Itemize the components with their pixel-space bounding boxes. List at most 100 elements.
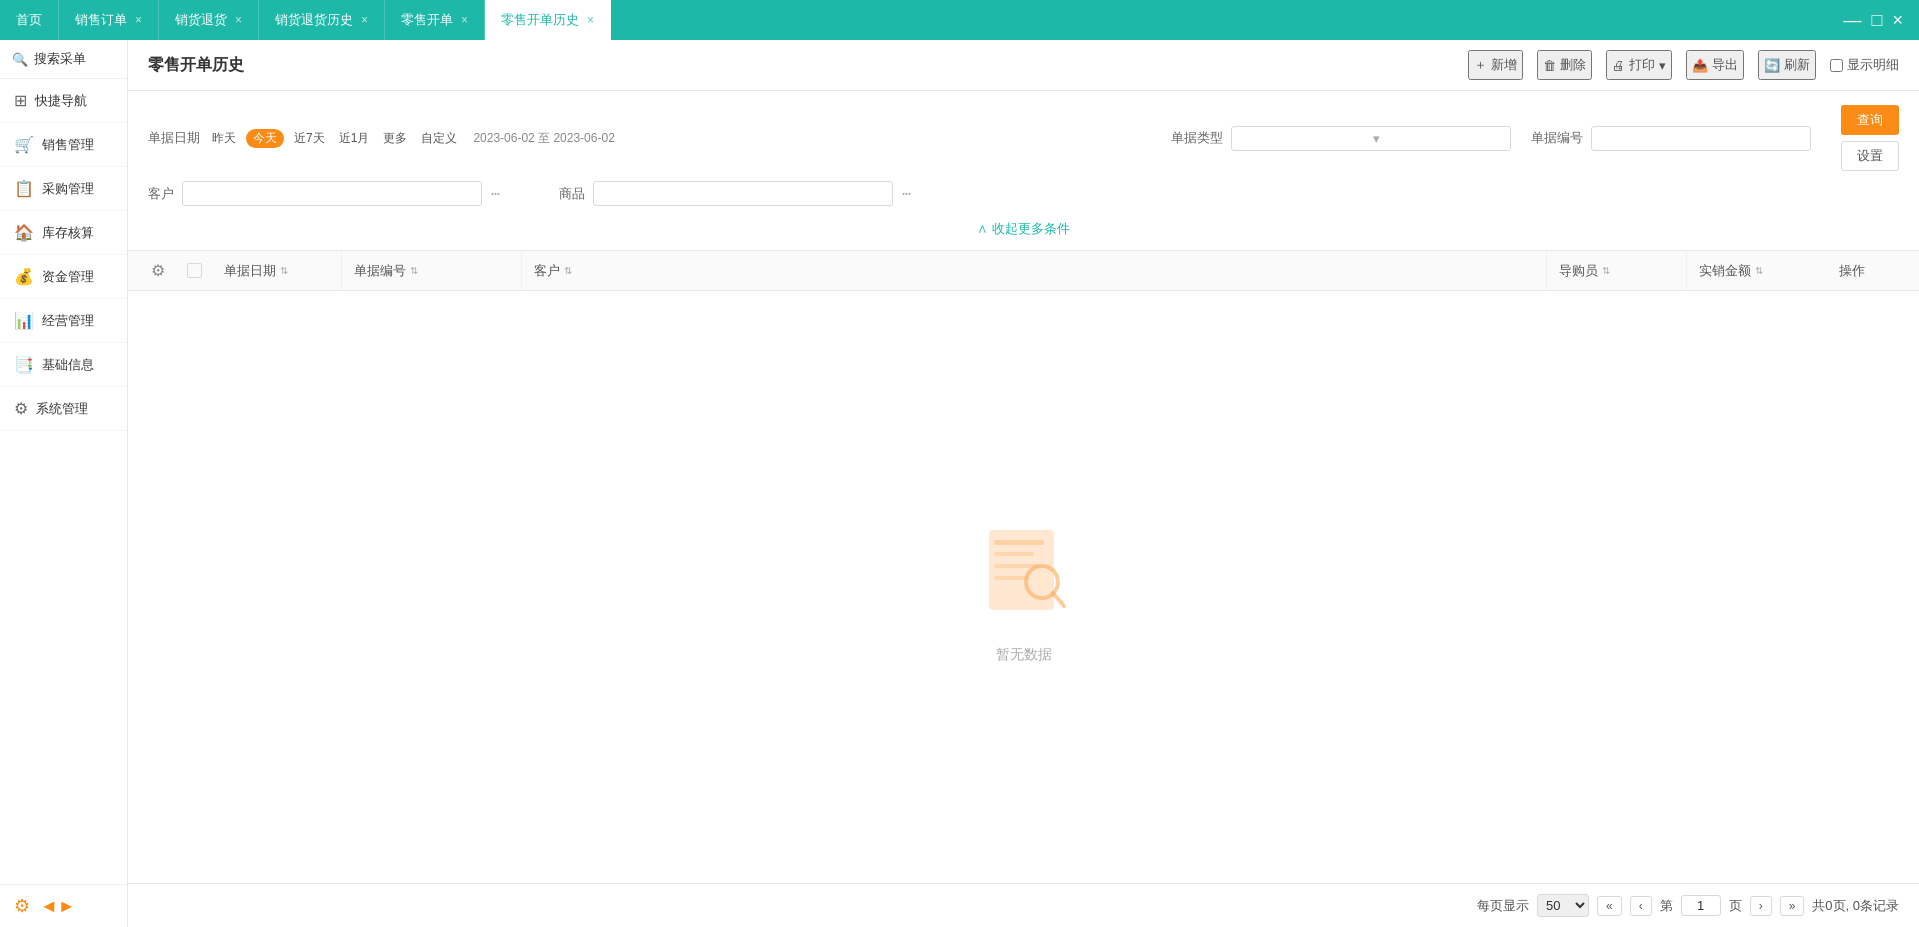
th-amount-sort[interactable]: ⇅ <box>1755 265 1763 276</box>
goods-filter: 商品 ··· <box>559 181 910 206</box>
sidebar-item-sales-mgmt[interactable]: 🛒 销售管理 <box>0 123 127 167</box>
page-word: 第 <box>1660 897 1673 915</box>
table-area: ⚙ 单据日期 ⇅ 单据编号 ⇅ 客户 ⇅ 导购员 <box>128 251 1919 883</box>
svg-rect-2 <box>994 552 1034 556</box>
add-icon: ＋ <box>1474 56 1487 74</box>
tab-sales-return-close[interactable]: × <box>235 13 242 27</box>
sidebar: 🔍 搜索采单 ⊞ 快捷导航 🛒 销售管理 📋 采购管理 🏠 库存核算 💰 资金管… <box>0 40 128 927</box>
per-page-select[interactable]: 50 10 20 100 <box>1537 894 1589 917</box>
refresh-label: 刷新 <box>1784 56 1810 74</box>
empty-text: 暂无数据 <box>996 646 1052 664</box>
sales-mgmt-icon: 🛒 <box>14 135 34 154</box>
sidebar-expand-btn[interactable]: ◄► <box>40 896 76 917</box>
export-button[interactable]: 📤 导出 <box>1686 50 1744 80</box>
sidebar-item-purchase-mgmt[interactable]: 📋 采购管理 <box>0 167 127 211</box>
quick-nav-icon: ⊞ <box>14 91 27 110</box>
sidebar-item-system[interactable]: ⚙ 系统管理 <box>0 387 127 431</box>
sidebar-item-operations-label: 经营管理 <box>42 312 94 330</box>
next-page-btn[interactable]: › <box>1750 896 1772 916</box>
collapse-filter-btn[interactable]: ∧ 收起更多条件 <box>148 216 1899 242</box>
th-customer-sort[interactable]: ⇅ <box>564 265 572 276</box>
tab-retail-history-close[interactable]: × <box>587 13 594 27</box>
sidebar-item-quick-nav[interactable]: ⊞ 快捷导航 <box>0 79 127 123</box>
refresh-button[interactable]: 🔄 刷新 <box>1758 50 1816 80</box>
tab-retail-open-close[interactable]: × <box>461 13 468 27</box>
total-info: 共0页, 0条记录 <box>1812 897 1899 915</box>
th-num-sort[interactable]: ⇅ <box>410 265 418 276</box>
page-label: 页 <box>1729 897 1742 915</box>
tab-sales-return[interactable]: 销货退货 × <box>159 0 259 40</box>
date-custom[interactable]: 自定义 <box>417 129 461 148</box>
date-shortcuts: 昨天 今天 近7天 近1月 更多 自定义 <box>208 129 461 148</box>
doc-type-filter: 单据类型 ▾ <box>1171 126 1511 151</box>
doc-num-filter: 单据编号 <box>1531 126 1811 151</box>
empty-state: 暂无数据 <box>128 291 1919 883</box>
tab-sales-return-label: 销货退货 <box>175 11 227 29</box>
sidebar-item-basic-info[interactable]: 📑 基础信息 <box>0 343 127 387</box>
operations-icon: 📊 <box>14 311 34 330</box>
doc-type-label: 单据类型 <box>1171 129 1223 147</box>
window-close-btn[interactable]: × <box>1892 10 1903 31</box>
date-label: 单据日期 <box>148 129 200 147</box>
first-page-btn[interactable]: « <box>1597 896 1622 916</box>
delete-icon: 🗑 <box>1543 58 1556 73</box>
query-button[interactable]: 查询 <box>1841 105 1899 135</box>
current-page-input[interactable] <box>1681 895 1721 916</box>
table-header: ⚙ 单据日期 ⇅ 单据编号 ⇅ 客户 ⇅ 导购员 <box>128 251 1919 291</box>
add-button[interactable]: ＋ 新增 <box>1468 50 1523 80</box>
filter-row-1: 单据日期 昨天 今天 近7天 近1月 更多 自定义 2023-06-02 至 2… <box>148 105 1899 171</box>
table-settings-icon[interactable]: ⚙ <box>151 261 165 280</box>
tab-home[interactable]: 首页 <box>0 0 59 40</box>
sidebar-item-operations[interactable]: 📊 经营管理 <box>0 299 127 343</box>
th-customer-label: 客户 <box>534 262 560 280</box>
tab-sales-return-history[interactable]: 销货退货历史 × <box>259 0 385 40</box>
doc-type-select[interactable]: ▾ <box>1231 126 1511 151</box>
system-icon: ⚙ <box>14 399 28 418</box>
basic-info-icon: 📑 <box>14 355 34 374</box>
customer-browse-btn[interactable]: ··· <box>490 183 499 204</box>
window-min-btn[interactable]: — <box>1844 10 1862 31</box>
tab-retail-open-label: 零售开单 <box>401 11 453 29</box>
sidebar-search[interactable]: 🔍 搜索采单 <box>0 40 127 79</box>
sidebar-settings-btn[interactable]: ⚙ <box>14 895 30 917</box>
print-dropdown-icon: ▾ <box>1659 58 1666 73</box>
date-more[interactable]: 更多 <box>379 129 411 148</box>
goods-input[interactable] <box>593 181 893 206</box>
window-max-btn[interactable]: □ <box>1872 10 1883 31</box>
sidebar-item-inventory[interactable]: 🏠 库存核算 <box>0 211 127 255</box>
tab-retail-open[interactable]: 零售开单 × <box>385 0 485 40</box>
th-date: 单据日期 ⇅ <box>212 252 342 290</box>
sidebar-item-sales-mgmt-label: 销售管理 <box>42 136 94 154</box>
show-detail-checkbox[interactable] <box>1830 59 1843 72</box>
customer-input[interactable] <box>182 181 482 206</box>
th-guide-sort[interactable]: ⇅ <box>1602 265 1610 276</box>
th-date-sort[interactable]: ⇅ <box>280 265 288 276</box>
date-last7[interactable]: 近7天 <box>290 129 329 148</box>
doc-num-input[interactable] <box>1591 126 1811 151</box>
tab-sales-return-history-close[interactable]: × <box>361 13 368 27</box>
show-detail-checkbox-label[interactable]: 显示明细 <box>1830 56 1899 74</box>
main-layout: 🔍 搜索采单 ⊞ 快捷导航 🛒 销售管理 📋 采购管理 🏠 库存核算 💰 资金管… <box>0 40 1919 927</box>
settings-col[interactable]: ⚙ <box>140 251 176 290</box>
refresh-icon: 🔄 <box>1764 58 1780 73</box>
delete-button[interactable]: 🗑 删除 <box>1537 50 1592 80</box>
svg-rect-4 <box>994 576 1029 580</box>
date-last-month[interactable]: 近1月 <box>335 129 374 148</box>
date-today[interactable]: 今天 <box>246 129 284 148</box>
print-button[interactable]: 🖨 打印 ▾ <box>1606 50 1672 80</box>
sidebar-item-system-label: 系统管理 <box>36 400 88 418</box>
prev-page-btn[interactable]: ‹ <box>1630 896 1652 916</box>
last-page-btn[interactable]: » <box>1780 896 1805 916</box>
date-filter: 单据日期 昨天 今天 近7天 近1月 更多 自定义 2023-06-02 至 2… <box>148 129 615 148</box>
sidebar-item-finance[interactable]: 💰 资金管理 <box>0 255 127 299</box>
goods-browse-btn[interactable]: ··· <box>901 183 910 204</box>
settings-button[interactable]: 设置 <box>1841 141 1899 171</box>
sidebar-item-purchase-mgmt-label: 采购管理 <box>42 180 94 198</box>
tab-home-label: 首页 <box>16 11 42 29</box>
tab-sales-order-close[interactable]: × <box>135 13 142 27</box>
date-yesterday[interactable]: 昨天 <box>208 129 240 148</box>
tab-retail-history[interactable]: 零售开单历史 × <box>485 0 611 40</box>
search-icon: 🔍 <box>12 52 28 67</box>
tab-sales-order[interactable]: 销售订单 × <box>59 0 159 40</box>
select-all-checkbox[interactable] <box>187 263 202 278</box>
